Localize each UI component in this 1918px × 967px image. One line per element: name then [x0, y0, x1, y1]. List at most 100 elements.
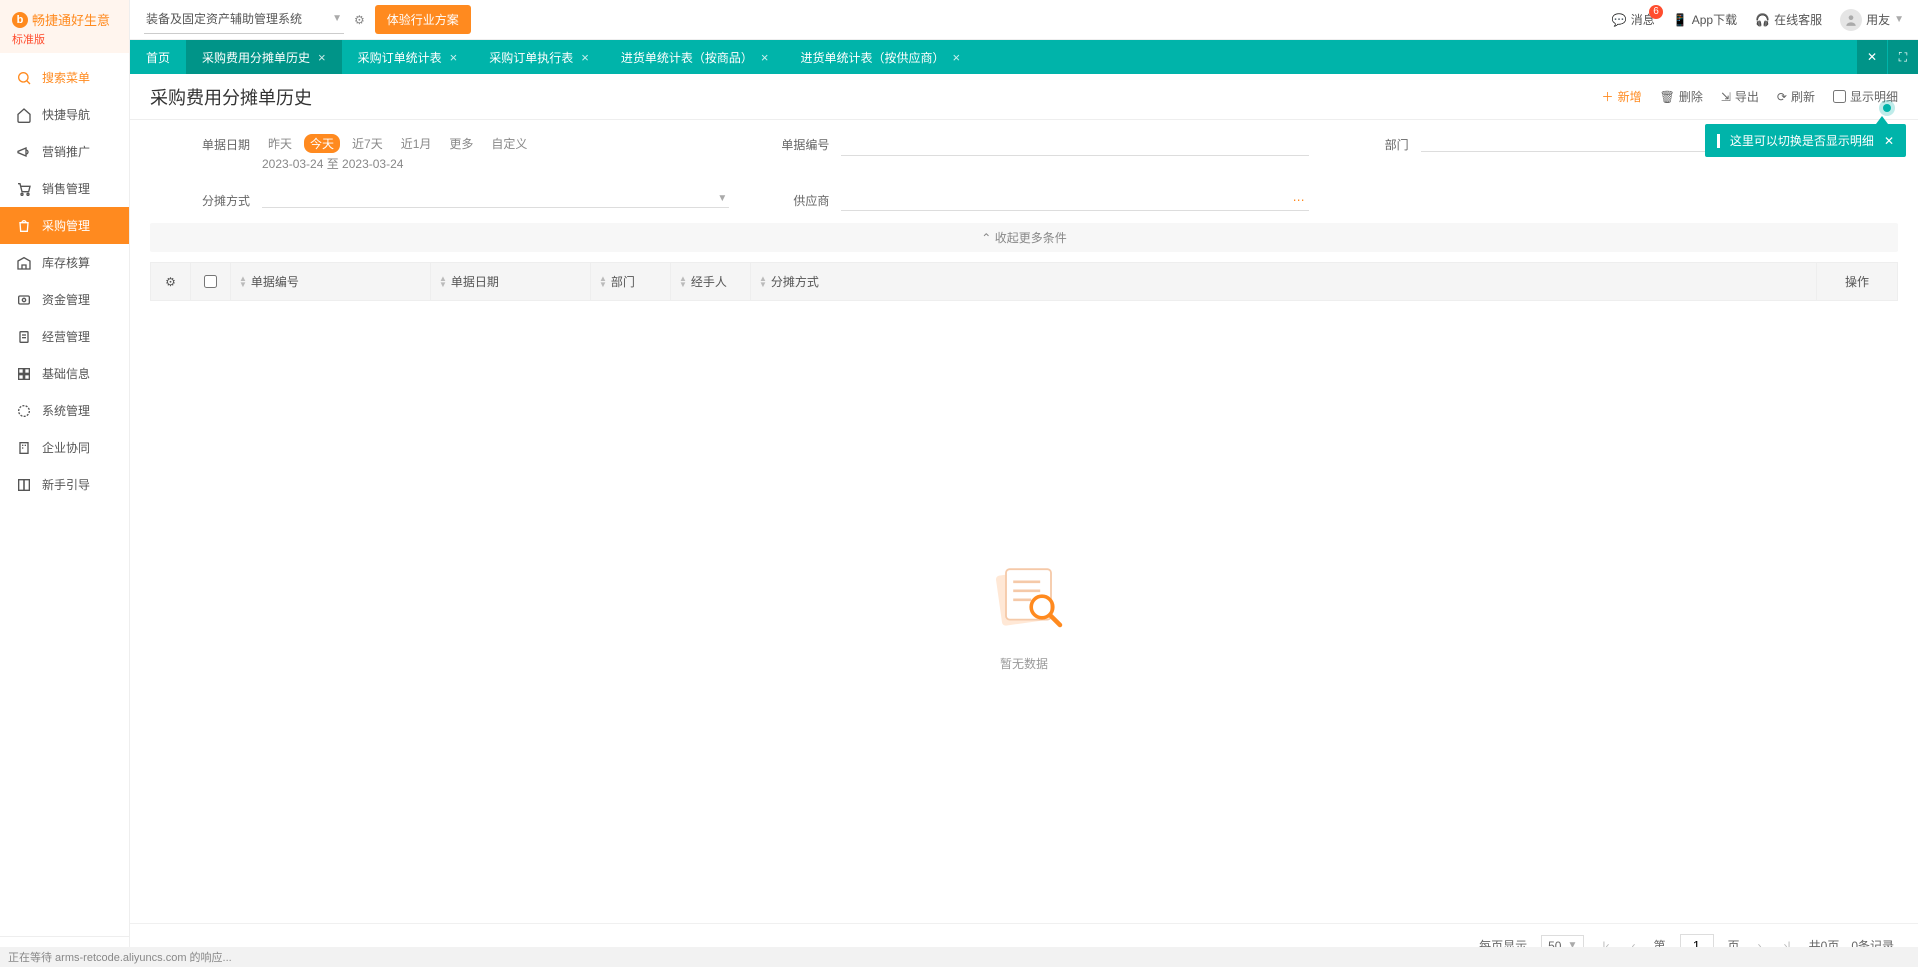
sidebar-item-quicknav[interactable]: 快捷导航 [0, 96, 129, 133]
system-name: 装备及固定资产辅助管理系统 [146, 10, 302, 27]
tooltip-close[interactable]: ✕ [1884, 134, 1894, 148]
chevron-down-icon: ▼ [717, 193, 727, 204]
select-all-checkbox[interactable] [204, 275, 217, 288]
sidebar-item-finance[interactable]: 资金管理 [0, 281, 129, 318]
tab[interactable]: 采购订单统计表 × [342, 40, 474, 74]
sidebar-item-label: 企业协同 [42, 439, 90, 456]
sidebar-item-sales[interactable]: 销售管理 [0, 170, 129, 207]
tab-label: 采购费用分摊单历史 [202, 49, 310, 66]
empty-state: 暂无数据 [150, 301, 1898, 923]
warehouse-icon [16, 255, 32, 271]
close-icon[interactable]: × [952, 50, 960, 65]
megaphone-icon [16, 144, 32, 160]
user-menu[interactable]: 用友 ▼ [1840, 9, 1904, 31]
messages-link[interactable]: 💬 消息 6 [1612, 11, 1655, 28]
col-dept[interactable]: ▲▼ 部门 [591, 263, 671, 300]
sidebar-item-operation[interactable]: 经营管理 [0, 318, 129, 355]
add-label: 新增 [1618, 88, 1642, 105]
chevron-down-icon: ▼ [1894, 14, 1904, 25]
sidebar-item-search[interactable]: 搜索菜单 [0, 59, 129, 96]
app-download-link[interactable]: 📱 App下载 [1673, 11, 1737, 28]
show-detail-label: 显示明细 [1850, 88, 1898, 105]
plus-icon: ＋ [1602, 88, 1614, 105]
tab[interactable]: 采购订单执行表 × [473, 40, 605, 74]
tab-label: 采购订单执行表 [489, 49, 573, 66]
col-label: 部门 [611, 273, 635, 290]
gear-dashed-icon [16, 403, 32, 419]
close-icon[interactable]: × [450, 50, 458, 65]
tab-bar: 首页采购费用分摊单历史 × 采购订单统计表 × 采购订单执行表 × 进货单统计表（按商品） ×… [130, 40, 1918, 74]
messages-badge: 6 [1649, 5, 1663, 19]
sort-icon: ▲▼ [759, 276, 767, 288]
export-button[interactable]: ⇲导出 [1721, 88, 1759, 105]
col-doc-no[interactable]: ▲▼单据编号 [231, 263, 431, 300]
experience-button[interactable]: 体验行业方案 [375, 5, 471, 34]
settings-icon[interactable]: ⚙ [354, 13, 365, 27]
show-detail-checkbox[interactable] [1833, 90, 1846, 103]
sidebar-item-label: 销售管理 [42, 180, 90, 197]
sidebar-item-guide[interactable]: 新手引导 [0, 466, 129, 503]
col-label: 单据编号 [251, 273, 299, 290]
date-range: 2023-03-24 至 2023-03-24 [262, 155, 533, 172]
logo-area: b 畅捷通好生意 标准版 [0, 0, 129, 53]
date-option[interactable]: 自定义 [485, 134, 533, 153]
date-option[interactable]: 近7天 [346, 134, 389, 153]
tooltip: 这里可以切换是否显示明细 ✕ [1705, 124, 1906, 157]
collapse-filters[interactable]: ⌃ 收起更多条件 [150, 223, 1898, 252]
select-all[interactable] [191, 263, 231, 300]
sidebar-item-label: 库存核算 [42, 254, 90, 271]
sidebar-item-basicinfo[interactable]: 基础信息 [0, 355, 129, 392]
tab[interactable]: 首页 [130, 40, 186, 74]
col-alloc[interactable]: ▲▼ 分摊方式 [751, 263, 1817, 300]
date-option[interactable]: 今天 [304, 134, 340, 153]
date-option[interactable]: 近1月 [395, 134, 438, 153]
service-label: 在线客服 [1774, 11, 1822, 28]
avatar-icon [1840, 9, 1862, 31]
date-option[interactable]: 昨天 [262, 134, 298, 153]
close-icon[interactable]: × [761, 50, 769, 65]
tab[interactable]: 采购费用分摊单历史 × [186, 40, 342, 74]
sidebar-item-collab[interactable]: 企业协同 [0, 429, 129, 466]
online-service-link[interactable]: 🎧 在线客服 [1755, 11, 1822, 28]
tab-label: 采购订单统计表 [358, 49, 442, 66]
filter-date: 单据日期 昨天今天近7天近1月更多自定义 2023-03-24 至 2023-0… [190, 134, 729, 172]
show-detail-toggle[interactable]: 显示明细 [1833, 88, 1898, 105]
cart-icon [16, 181, 32, 197]
sidebar-item-inventory[interactable]: 库存核算 [0, 244, 129, 281]
fullscreen-button[interactable]: ⛶ [1888, 40, 1918, 74]
sidebar-item-system[interactable]: 系统管理 [0, 392, 129, 429]
refresh-icon: ⟳ [1777, 90, 1787, 104]
tab-label: 进货单统计表（按商品） [621, 49, 753, 66]
close-icon[interactable]: × [581, 50, 589, 65]
doc-no-input[interactable] [841, 134, 1308, 156]
date-option[interactable]: 更多 [443, 134, 479, 153]
money-icon [16, 292, 32, 308]
sidebar-item-label: 采购管理 [42, 217, 90, 234]
close-all-tabs[interactable]: ✕ [1857, 40, 1887, 74]
sidebar-item-label: 经营管理 [42, 328, 90, 345]
supplier-select[interactable]: ⋯ [841, 190, 1308, 211]
refresh-button[interactable]: ⟳刷新 [1777, 88, 1815, 105]
add-button[interactable]: ＋新增 [1602, 88, 1642, 105]
close-icon[interactable]: × [318, 50, 326, 65]
sidebar-item-marketing[interactable]: 营销推广 [0, 133, 129, 170]
sidebar-item-label: 资金管理 [42, 291, 90, 308]
tab-label: 进货单统计表（按供应商） [800, 49, 944, 66]
sidebar-item-label: 系统管理 [42, 402, 90, 419]
page-title: 采购费用分摊单历史 [150, 84, 312, 110]
alloc-select[interactable]: ▼ [262, 190, 729, 208]
system-selector[interactable]: 装备及固定资产辅助管理系统 ▼ [144, 6, 344, 34]
col-label: 分摊方式 [771, 273, 819, 290]
delete-button[interactable]: 🗑删除 [1660, 88, 1703, 105]
tab[interactable]: 进货单统计表（按商品） × [605, 40, 785, 74]
col-date[interactable]: ▲▼单据日期 [431, 263, 591, 300]
sidebar-item-purchase[interactable]: 采购管理 [0, 207, 129, 244]
tab[interactable]: 进货单统计表（按供应商） × [784, 40, 976, 74]
doc-no-label: 单据编号 [769, 134, 829, 153]
trash-icon: 🗑 [1660, 90, 1675, 104]
sort-icon: ▲▼ [599, 276, 607, 288]
col-handler[interactable]: ▲▼经手人 [671, 263, 751, 300]
column-settings[interactable]: ⚙ [151, 263, 191, 300]
table-area: ⚙ ▲▼单据编号 ▲▼单据日期 ▲▼部门 ▲▼经手人 ▲▼分摊方式 操作 [130, 262, 1918, 923]
user-name: 用友 [1866, 11, 1890, 28]
